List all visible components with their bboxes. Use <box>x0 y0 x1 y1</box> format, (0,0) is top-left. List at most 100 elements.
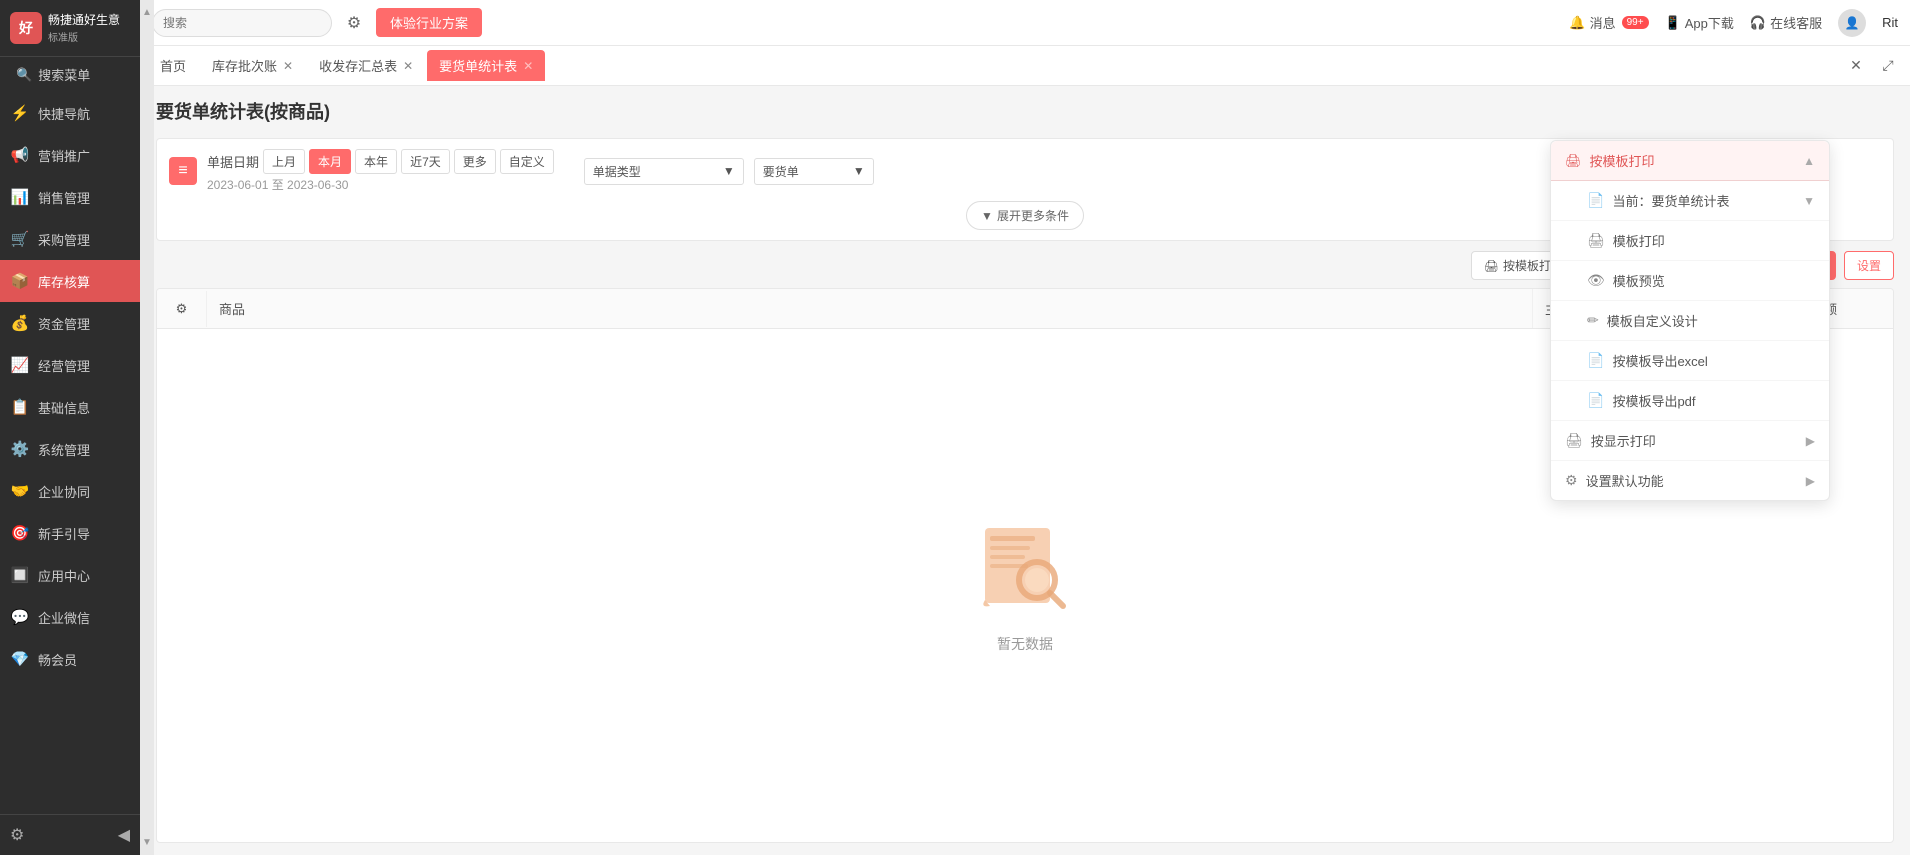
sidebar-collapse-icon[interactable]: ◀ <box>118 825 130 845</box>
bell-icon: 🔔 <box>1569 15 1585 31</box>
empty-text: 暂无数据 <box>997 634 1053 654</box>
template-custom-icon: ✏ <box>1587 312 1599 329</box>
dropdown-current-template[interactable]: 📄 当前：要货单统计表 ▼ <box>1551 181 1829 221</box>
dropdown-up-icon: ▲ <box>1803 154 1815 168</box>
basics-icon: 📋 <box>10 397 30 417</box>
sidebar-item-wechat[interactable]: 💬 企业微信 <box>0 596 140 638</box>
wechat-icon: 💬 <box>10 607 30 627</box>
settings-btn[interactable]: 设置 <box>1844 251 1894 280</box>
filter-toggle-icon: ≡ <box>178 162 187 180</box>
col-product: 商品 <box>207 289 1533 328</box>
dropdown-item-template-pdf[interactable]: 📄 按模板导出pdf <box>1551 381 1829 421</box>
template-pdf-icon: 📄 <box>1587 392 1604 409</box>
dropdown-header[interactable]: 🖨 按模板打印 ▲ <box>1551 141 1829 181</box>
date-more-btn[interactable]: 更多 <box>454 149 496 174</box>
tab-collection-summary[interactable]: 收发存汇总表 ✕ <box>307 50 425 81</box>
order-type-select[interactable]: 单据类型 ▼ <box>584 158 744 185</box>
sidebar-item-vip[interactable]: 💎 畅会员 <box>0 638 140 680</box>
sidebar-footer: ⚙ ◀ <box>0 814 140 855</box>
dropdown-item-template-excel[interactable]: 📄 按模板导出excel <box>1551 341 1829 381</box>
expand-conditions-btn[interactable]: ▼ 展开更多条件 <box>966 201 1084 230</box>
app-name: 畅捷通好生意 <box>48 12 120 29</box>
date-range-text: 2023-06-01 至 2023-06-30 <box>207 176 554 193</box>
top-header: ⚙ 体验行业方案 🔔 消息 99+ 📱 App下载 🎧 在线客服 👤 Rit <box>140 0 1910 46</box>
date-custom-btn[interactable]: 自定义 <box>500 149 554 174</box>
quick-nav-icon: ⚡ <box>10 103 30 123</box>
dropdown-item-template-custom[interactable]: ✏ 模板自定义设计 <box>1551 301 1829 341</box>
template-print-icon: 🖨 <box>1587 232 1605 249</box>
tab-inventory-batch[interactable]: 库存批次账 ✕ <box>200 50 305 81</box>
tab-close-all-btn[interactable]: ✕ <box>1842 52 1870 80</box>
display-print-icon: 🖨 <box>1565 432 1583 449</box>
dropdown-set-default[interactable]: ⚙ 设置默认功能 ▶ <box>1551 461 1829 500</box>
printer-icon: 🖨 <box>1484 259 1499 273</box>
app-badge: 标准版 <box>48 29 120 44</box>
download-icon: 📱 <box>1665 15 1681 31</box>
tab-close-collection-summary[interactable]: ✕ <box>403 59 413 73</box>
collab-icon: 🤝 <box>10 481 30 501</box>
sidebar-item-finance[interactable]: 💰 资金管理 <box>0 302 140 344</box>
user-avatar[interactable]: 👤 <box>1838 9 1866 37</box>
sidebar-settings-icon[interactable]: ⚙ <box>10 825 24 845</box>
main-content: ⚙ 体验行业方案 🔔 消息 99+ 📱 App下载 🎧 在线客服 👤 Rit <box>140 0 1910 855</box>
notifications-badge: 99+ <box>1622 16 1649 29</box>
dropdown-display-print[interactable]: 🖨 按显示打印 ▶ <box>1551 421 1829 461</box>
customer-service-btn[interactable]: 🎧 在线客服 <box>1750 13 1822 32</box>
order-goods-select[interactable]: 要货单 ▼ <box>754 158 874 185</box>
app-logo: 好 畅捷通好生意 标准版 <box>0 0 140 57</box>
search-icon: 🔍 <box>16 67 32 83</box>
sidebar-item-app-center[interactable]: 🔲 应用中心 <box>0 554 140 596</box>
sidebar-scroll-up[interactable]: ▲ <box>139 4 155 21</box>
select-chevron-icon: ▼ <box>723 164 735 178</box>
date-label: 单据日期 <box>207 152 259 171</box>
sidebar-item-collab[interactable]: 🤝 企业协同 <box>0 470 140 512</box>
print-header-icon: 🖨 <box>1565 153 1582 169</box>
sidebar-item-operations[interactable]: 📈 经营管理 <box>0 344 140 386</box>
purchase-icon: 🛒 <box>10 229 30 249</box>
tab-close-order-stats[interactable]: ✕ <box>523 59 533 73</box>
tab-bar: 首页 库存批次账 ✕ 收发存汇总表 ✕ 要货单统计表 ✕ ✕ ⤢ <box>140 46 1910 86</box>
sidebar-item-basics[interactable]: 📋 基础信息 <box>0 386 140 428</box>
set-default-icon: ⚙ <box>1565 472 1578 489</box>
guide-icon: 🎯 <box>10 523 30 543</box>
logo-icon: 好 <box>10 12 42 44</box>
sidebar-nav: ⚡ 快捷导航 📢 营销推广 📊 销售管理 🛒 采购管理 📦 库存核算 💰 资金管… <box>0 92 140 814</box>
sidebar-search[interactable]: 🔍 搜索菜单 <box>0 57 140 92</box>
template-preview-icon: 👁 <box>1587 272 1605 289</box>
sidebar-item-system[interactable]: ⚙️ 系统管理 <box>0 428 140 470</box>
headset-icon: 🎧 <box>1750 15 1766 31</box>
tab-close-inventory-batch[interactable]: ✕ <box>283 59 293 73</box>
print-dropdown-panel: 🖨 按模板打印 ▲ 📄 当前：要货单统计表 ▼ 🖨 模板打印 👁 模板预览 <box>1550 140 1830 501</box>
sidebar: 好 畅捷通好生意 标准版 🔍 搜索菜单 ⚡ 快捷导航 📢 营销推广 📊 销售管理… <box>0 0 140 855</box>
page-title: 要货单统计表(按商品) <box>156 98 1894 124</box>
system-icon: ⚙️ <box>10 439 30 459</box>
vip-icon: 💎 <box>10 649 30 669</box>
notifications-btn[interactable]: 🔔 消息 99+ <box>1569 13 1648 32</box>
sidebar-item-guide[interactable]: 🎯 新手引导 <box>0 512 140 554</box>
col-settings[interactable]: ⚙ <box>157 291 207 327</box>
dropdown-item-template-preview[interactable]: 👁 模板预览 <box>1551 261 1829 301</box>
trial-button[interactable]: 体验行业方案 <box>376 8 482 37</box>
app-download-btn[interactable]: 📱 App下载 <box>1665 13 1734 32</box>
filter-toggle-btn[interactable]: ≡ <box>169 157 197 185</box>
dropdown-item-template-print[interactable]: 🖨 模板打印 <box>1551 221 1829 261</box>
finance-icon: 💰 <box>10 313 30 333</box>
date-current-month-btn[interactable]: 本月 <box>309 149 351 174</box>
global-search-input[interactable] <box>152 9 332 37</box>
marketing-icon: 📢 <box>10 145 30 165</box>
date-7days-btn[interactable]: 近7天 <box>401 149 450 174</box>
tab-home[interactable]: 首页 <box>148 50 198 81</box>
sidebar-item-sales[interactable]: 📊 销售管理 <box>0 176 140 218</box>
sidebar-scroll-down[interactable]: ▼ <box>139 834 155 851</box>
date-prev-month-btn[interactable]: 上月 <box>263 149 305 174</box>
sidebar-item-inventory[interactable]: 📦 库存核算 <box>0 260 140 302</box>
tab-order-stats[interactable]: 要货单统计表 ✕ <box>427 50 545 81</box>
sidebar-item-quick-nav[interactable]: ⚡ 快捷导航 <box>0 92 140 134</box>
tab-maximize-btn[interactable]: ⤢ <box>1874 52 1902 80</box>
inventory-icon: 📦 <box>10 271 30 291</box>
sidebar-item-marketing[interactable]: 📢 营销推广 <box>0 134 140 176</box>
sidebar-item-purchase[interactable]: 🛒 采购管理 <box>0 218 140 260</box>
header-gear-icon[interactable]: ⚙ <box>340 9 368 37</box>
expand-down-icon: ▼ <box>981 209 993 223</box>
date-current-year-btn[interactable]: 本年 <box>355 149 397 174</box>
